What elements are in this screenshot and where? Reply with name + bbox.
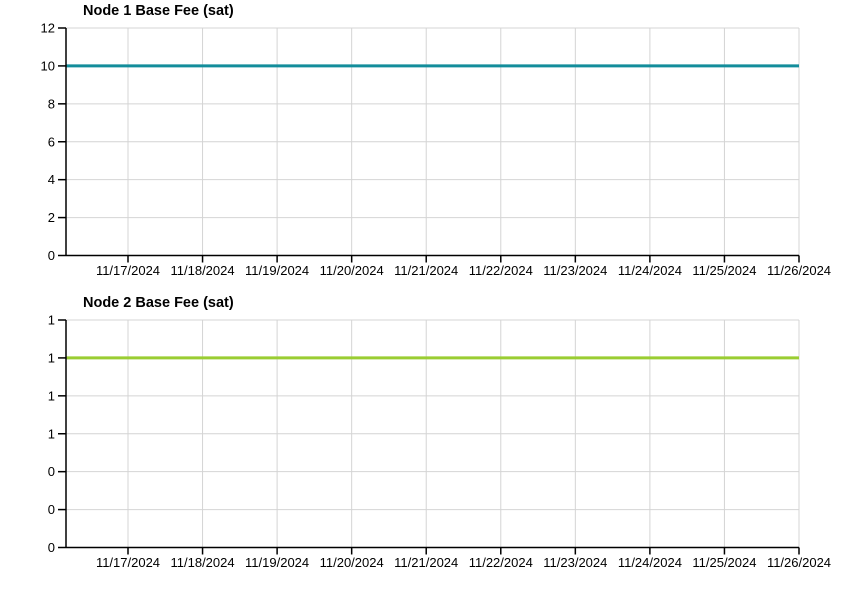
x-tick-label: 11/18/2024 <box>171 263 235 278</box>
x-tick-label: 11/21/2024 <box>394 263 458 278</box>
x-tick-label: 11/20/2024 <box>320 263 384 278</box>
x-tick-label: 11/19/2024 <box>245 263 309 278</box>
y-tick-label: 0 <box>48 502 55 517</box>
y-tick-label: 1 <box>48 313 55 328</box>
y-tick-label: 2 <box>48 210 55 225</box>
x-tick-label: 11/23/2024 <box>543 555 607 570</box>
y-tick-label: 12 <box>41 21 55 36</box>
x-tick-label: 11/22/2024 <box>469 555 533 570</box>
x-tick-label: 11/25/2024 <box>692 555 756 570</box>
y-tick-label: 6 <box>48 134 55 149</box>
x-tick-label: 11/24/2024 <box>618 263 682 278</box>
y-tick-label: 8 <box>48 96 55 111</box>
x-tick-label: 11/26/2024 <box>767 263 831 278</box>
y-tick-label: 1 <box>48 350 55 365</box>
node-2-base-fee-chart: Node 2 Base Fee (sat) 0 0 0 1 1 1 1 11/17/2024 1… <box>0 292 860 584</box>
node-1-chart-plot: 0 2 4 6 8 10 12 11/17/2024 11/18/2024 11/19/2024 1… <box>41 21 832 279</box>
y-tick-label: 0 <box>48 464 55 479</box>
x-tick-label: 11/21/2024 <box>394 555 458 570</box>
y-tick-label: 0 <box>48 248 55 263</box>
x-tick-label: 11/25/2024 <box>692 263 756 278</box>
x-tick-label: 11/17/2024 <box>96 263 160 278</box>
x-tick-label: 11/22/2024 <box>469 263 533 278</box>
x-tick-label: 11/17/2024 <box>96 555 160 570</box>
x-tick-label: 11/20/2024 <box>320 555 384 570</box>
x-tick-label: 11/18/2024 <box>171 555 235 570</box>
y-tick-label: 1 <box>48 426 55 441</box>
node-1-base-fee-chart: Node 1 Base Fee (sat) 0 2 4 6 8 10 12 11/17/202… <box>0 0 860 292</box>
y-tick-label: 1 <box>48 388 55 403</box>
x-tick-label: 11/19/2024 <box>245 555 309 570</box>
y-tick-label: 4 <box>48 172 55 187</box>
node-2-chart-plot: 0 0 0 1 1 1 1 11/17/2024 11/18/2024 11/19/2024 11/… <box>48 313 831 571</box>
y-tick-label: 10 <box>41 58 55 73</box>
y-tick-label: 0 <box>48 540 55 555</box>
x-tick-label: 11/23/2024 <box>543 263 607 278</box>
x-tick-label: 11/24/2024 <box>618 555 682 570</box>
page: Node 1 Base Fee (sat) 0 2 4 6 8 10 12 11/17/202… <box>0 0 860 600</box>
x-tick-label: 11/26/2024 <box>767 555 831 570</box>
